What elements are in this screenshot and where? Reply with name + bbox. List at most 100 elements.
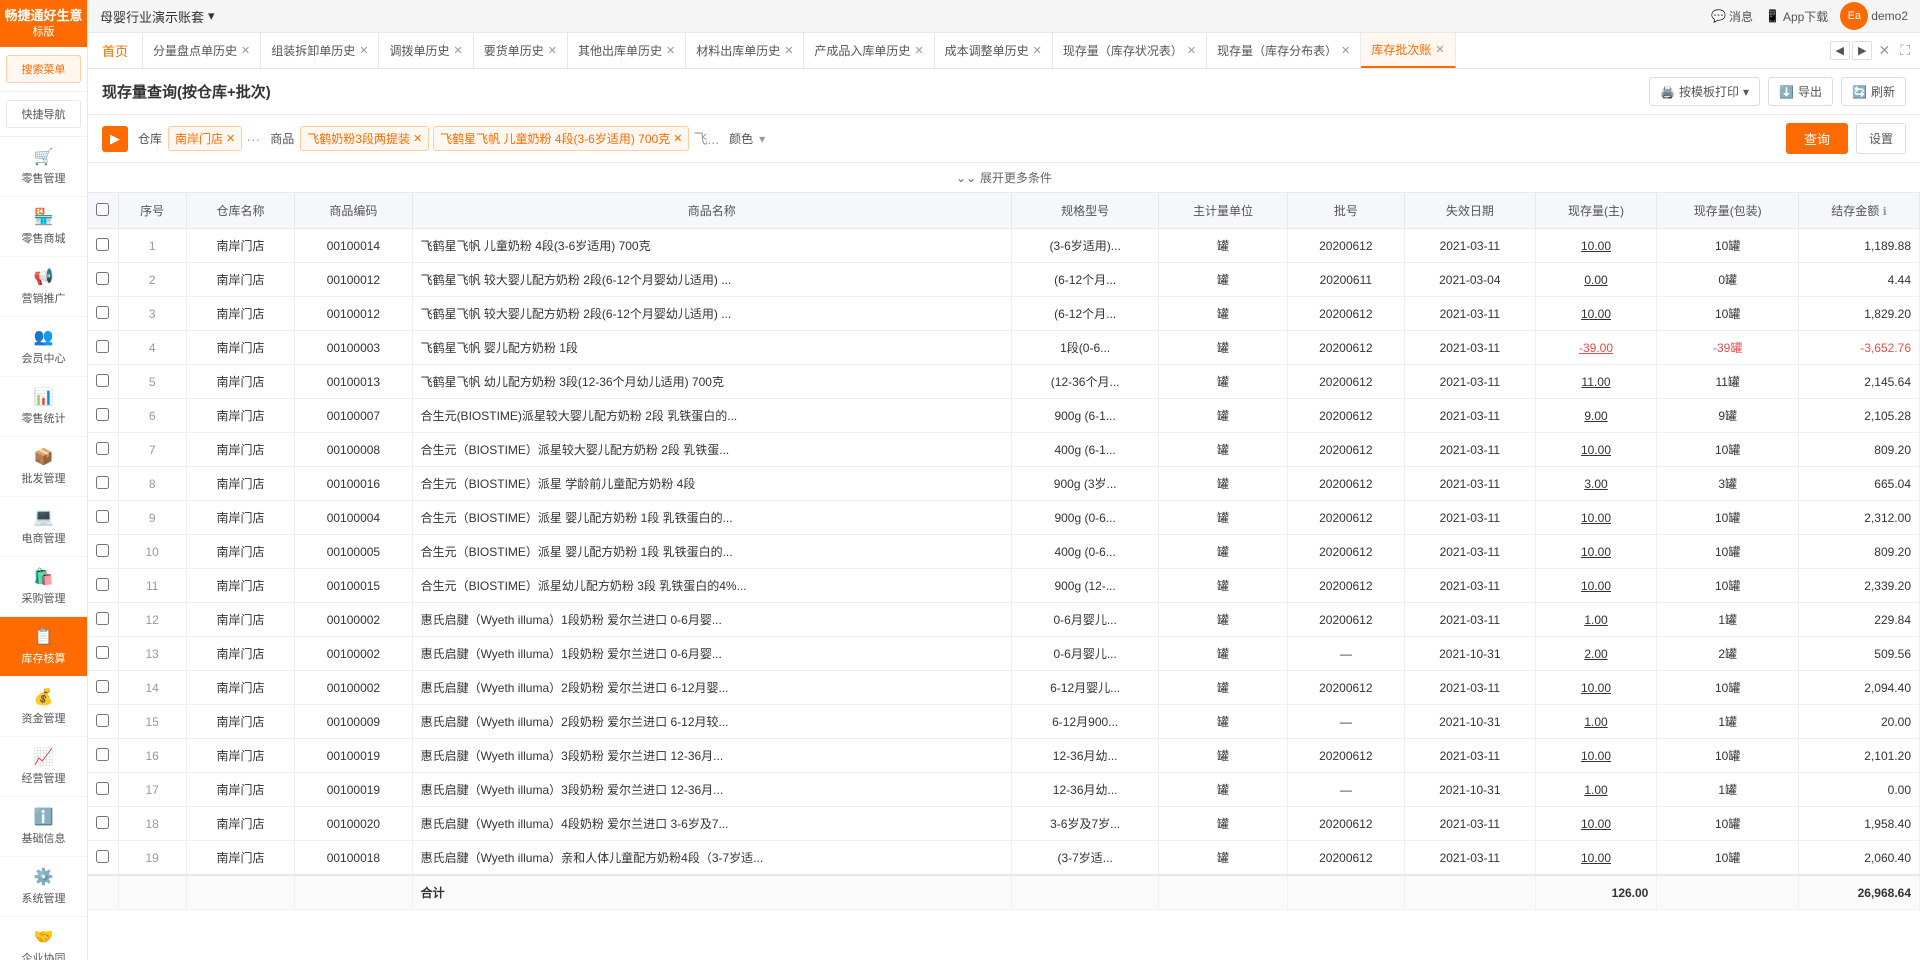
row-qty-main[interactable]: 1.00 bbox=[1535, 773, 1657, 807]
expand-conditions-bar[interactable]: ⌄⌄ 展开更多条件 bbox=[88, 163, 1920, 193]
row-qty-main[interactable]: 3.00 bbox=[1535, 467, 1657, 501]
sidebar-item-stats[interactable]: 📊零售统计 bbox=[0, 377, 87, 437]
tab-close-1[interactable]: ✕ bbox=[359, 44, 368, 57]
tab-8[interactable]: 现存量（库存状况表）✕ bbox=[1053, 33, 1207, 68]
product-more[interactable]: 飞... bbox=[693, 129, 719, 149]
tab-5[interactable]: 材料出库单历史✕ bbox=[686, 33, 804, 68]
message-button[interactable]: 💬 消息 bbox=[1711, 8, 1753, 25]
row-qty-main[interactable]: 10.00 bbox=[1535, 535, 1657, 569]
row-select-7[interactable] bbox=[96, 476, 109, 489]
sidebar-item-marketing[interactable]: 📢营销推广 bbox=[0, 257, 87, 317]
filter-toggle-button[interactable]: ▶ bbox=[102, 126, 128, 152]
tab-2[interactable]: 调拨单历史✕ bbox=[379, 33, 473, 68]
row-select-6[interactable] bbox=[96, 442, 109, 455]
app-download-button[interactable]: 📱 App下载 bbox=[1765, 8, 1828, 25]
row-select-5[interactable] bbox=[96, 408, 109, 421]
row-select-0[interactable] bbox=[96, 238, 109, 251]
tab-1[interactable]: 组装拆卸单历史✕ bbox=[261, 33, 379, 68]
tab-7[interactable]: 成本调整单历史✕ bbox=[935, 33, 1053, 68]
row-select-1[interactable] bbox=[96, 272, 109, 285]
row-select-8[interactable] bbox=[96, 510, 109, 523]
row-qty-main[interactable]: 1.00 bbox=[1535, 705, 1657, 739]
tab-3[interactable]: 要货单历史✕ bbox=[474, 33, 568, 68]
row-select-4[interactable] bbox=[96, 374, 109, 387]
row-select-11[interactable] bbox=[96, 612, 109, 625]
row-select-14[interactable] bbox=[96, 714, 109, 727]
account-dropdown[interactable]: 母婴行业演示账套 ▾ bbox=[100, 7, 215, 26]
row-select-13[interactable] bbox=[96, 680, 109, 693]
sidebar-item-inventory[interactable]: 📋库存核算 bbox=[0, 617, 87, 677]
tab-close-7[interactable]: ✕ bbox=[1033, 44, 1042, 57]
color-dropdown-icon[interactable]: ▾ bbox=[759, 132, 765, 146]
tab-6[interactable]: 产成品入库单历史✕ bbox=[804, 33, 934, 68]
sidebar-item-corp[interactable]: 🤝企业协同 bbox=[0, 917, 87, 960]
export-button[interactable]: ⬇️ 导出 bbox=[1768, 77, 1833, 106]
sidebar-logo[interactable]: 畅捷通好生意 标版 bbox=[0, 0, 87, 47]
tab-close-5[interactable]: ✕ bbox=[784, 44, 793, 57]
user-profile-button[interactable]: Ea demo2 bbox=[1840, 2, 1908, 30]
row-qty-main[interactable]: 10.00 bbox=[1535, 297, 1657, 331]
tab-expand-button[interactable]: ⛶ bbox=[1896, 42, 1914, 59]
tab-close-3[interactable]: ✕ bbox=[548, 44, 557, 57]
warehouse-tag-close[interactable]: ✕ bbox=[226, 132, 235, 145]
row-qty-main[interactable]: 2.00 bbox=[1535, 637, 1657, 671]
row-select-2[interactable] bbox=[96, 306, 109, 319]
row-qty-main[interactable]: 1.00 bbox=[1535, 603, 1657, 637]
row-select-18[interactable] bbox=[96, 850, 109, 863]
row-qty-main[interactable]: 10.00 bbox=[1535, 739, 1657, 773]
home-tab[interactable]: 首页 bbox=[88, 33, 143, 68]
tab-close-0[interactable]: ✕ bbox=[241, 44, 250, 57]
row-qty-main[interactable]: 10.00 bbox=[1535, 671, 1657, 705]
row-select-9[interactable] bbox=[96, 544, 109, 557]
product-tag-2-close[interactable]: ✕ bbox=[673, 132, 682, 145]
row-qty-main[interactable]: 9.00 bbox=[1535, 399, 1657, 433]
tab-close-2[interactable]: ✕ bbox=[454, 44, 463, 57]
sidebar-item-retail[interactable]: 🛒零售管理 bbox=[0, 137, 87, 197]
row-select-16[interactable] bbox=[96, 782, 109, 795]
tab-close-10[interactable]: ✕ bbox=[1435, 43, 1444, 56]
tab-0[interactable]: 分量盘点单历史✕ bbox=[143, 33, 261, 68]
quicknav-button[interactable]: 快捷导航 bbox=[6, 100, 81, 128]
sidebar-item-ecommerce[interactable]: 🏪零售商城 bbox=[0, 197, 87, 257]
row-select-3[interactable] bbox=[96, 340, 109, 353]
row-select-12[interactable] bbox=[96, 646, 109, 659]
sidebar-item-finance[interactable]: 💰资金管理 bbox=[0, 677, 87, 737]
tab-prev-button[interactable]: ◀ bbox=[1830, 41, 1850, 60]
warehouse-more-icon[interactable]: ··· bbox=[246, 131, 260, 147]
tab-next-button[interactable]: ▶ bbox=[1852, 41, 1872, 60]
product-tag-1-close[interactable]: ✕ bbox=[413, 132, 422, 145]
select-all-checkbox[interactable] bbox=[96, 203, 109, 216]
row-qty-main[interactable]: 0.00 bbox=[1535, 263, 1657, 297]
settings-button[interactable]: 设置 bbox=[1856, 123, 1906, 154]
row-select-10[interactable] bbox=[96, 578, 109, 591]
query-button[interactable]: 查询 bbox=[1786, 123, 1848, 154]
row-qty-main[interactable]: 10.00 bbox=[1535, 569, 1657, 603]
sidebar-item-ec_mgmt[interactable]: 💻电商管理 bbox=[0, 497, 87, 557]
sidebar-item-member[interactable]: 👥会员中心 bbox=[0, 317, 87, 377]
row-qty-main[interactable]: 10.00 bbox=[1535, 841, 1657, 876]
row-qty-main[interactable]: 10.00 bbox=[1535, 501, 1657, 535]
search-menu-button[interactable]: 搜索菜单 bbox=[6, 55, 81, 83]
tab-4[interactable]: 其他出库单历史✕ bbox=[568, 33, 686, 68]
refresh-button[interactable]: 🔄 刷新 bbox=[1841, 77, 1906, 106]
tab-close-all-button[interactable]: ✕ bbox=[1874, 42, 1894, 59]
row-select-15[interactable] bbox=[96, 748, 109, 761]
sidebar-item-system[interactable]: ⚙️系统管理 bbox=[0, 857, 87, 917]
sidebar-item-purchase[interactable]: 🛍️采购管理 bbox=[0, 557, 87, 617]
print-template-button[interactable]: 🖨️ 按模板打印 ▾ bbox=[1649, 77, 1760, 106]
tab-close-6[interactable]: ✕ bbox=[914, 44, 923, 57]
row-qty-main[interactable]: 10.00 bbox=[1535, 433, 1657, 467]
tab-9[interactable]: 现存量（库存分布表）✕ bbox=[1207, 33, 1361, 68]
row-qty-main[interactable]: -39.00 bbox=[1535, 331, 1657, 365]
tab-close-8[interactable]: ✕ bbox=[1187, 44, 1196, 57]
sidebar-item-wholesale[interactable]: 📦批发管理 bbox=[0, 437, 87, 497]
sidebar-item-basic[interactable]: ℹ️基础信息 bbox=[0, 797, 87, 857]
balance-info-icon[interactable]: ℹ bbox=[1883, 206, 1887, 218]
tab-close-9[interactable]: ✕ bbox=[1341, 44, 1350, 57]
tab-close-4[interactable]: ✕ bbox=[666, 44, 675, 57]
row-qty-main[interactable]: 10.00 bbox=[1535, 807, 1657, 841]
row-select-17[interactable] bbox=[96, 816, 109, 829]
row-qty-main[interactable]: 11.00 bbox=[1535, 365, 1657, 399]
sidebar-item-biz[interactable]: 📈经营管理 bbox=[0, 737, 87, 797]
tab-10[interactable]: 库存批次账✕ bbox=[1361, 33, 1455, 68]
